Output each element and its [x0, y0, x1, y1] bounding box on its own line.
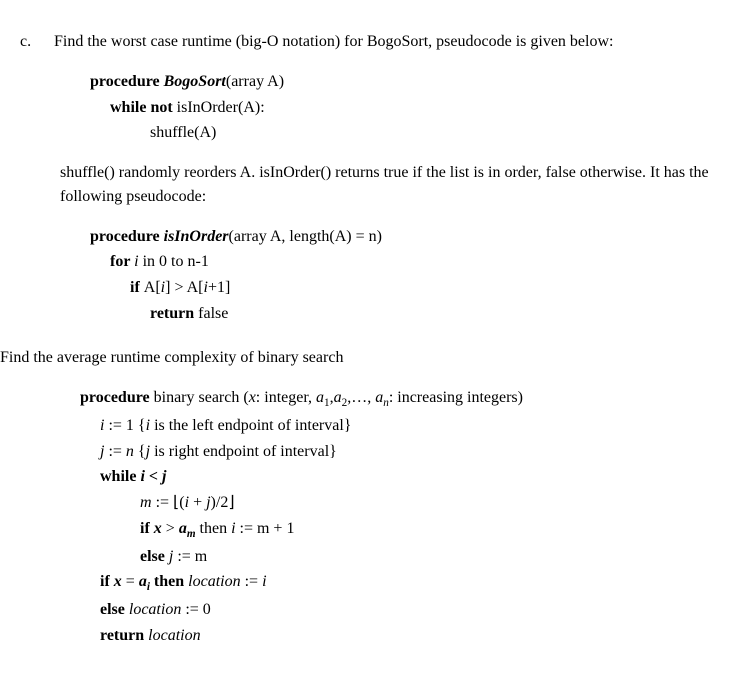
question-c: c. Find the worst case runtime (big-O no…	[0, 30, 733, 326]
binary-search-code: procedure binary search (x: integer, a1,…	[0, 385, 733, 648]
question-binary-prompt: Find the average runtime complexity of b…	[0, 346, 733, 370]
question-binary-search: Find the average runtime complexity of b…	[0, 346, 733, 648]
code-line: j := n {j is right endpoint of interval}	[80, 439, 733, 465]
code-line: m := ⌊(i + j)/2⌋	[80, 490, 733, 516]
code-line: return false	[90, 301, 733, 327]
code-line: if x > am then i := m + 1	[80, 516, 733, 544]
code-line: procedure binary search (x: integer, a1,…	[80, 385, 733, 413]
code-line: for i in 0 to n-1	[90, 249, 733, 275]
code-line: i := 1 {i is the left endpoint of interv…	[80, 413, 733, 439]
shuffle-description: shuffle() randomly reorders A. isInOrder…	[0, 161, 733, 209]
code-line: procedure BogoSort(array A)	[90, 69, 733, 95]
question-label: c.	[20, 30, 50, 54]
code-line: procedure isInOrder(array A, length(A) =…	[90, 224, 733, 250]
code-line: shuffle(A)	[90, 120, 733, 146]
question-c-prompt: c. Find the worst case runtime (big-O no…	[0, 30, 733, 54]
bogosort-code: procedure BogoSort(array A) while not is…	[0, 69, 733, 146]
code-line: else j := m	[80, 544, 733, 570]
isinorder-code: procedure isInOrder(array A, length(A) =…	[0, 224, 733, 326]
question-text: Find the worst case runtime (big-O notat…	[54, 33, 613, 50]
code-line: else location := 0	[80, 597, 733, 623]
code-line: while not isInOrder(A):	[90, 95, 733, 121]
code-line: if A[i] > A[i+1]	[90, 275, 733, 301]
code-line: while i < j	[80, 464, 733, 490]
code-line: return location	[80, 623, 733, 649]
code-line: if x = ai then location := i	[80, 569, 733, 597]
